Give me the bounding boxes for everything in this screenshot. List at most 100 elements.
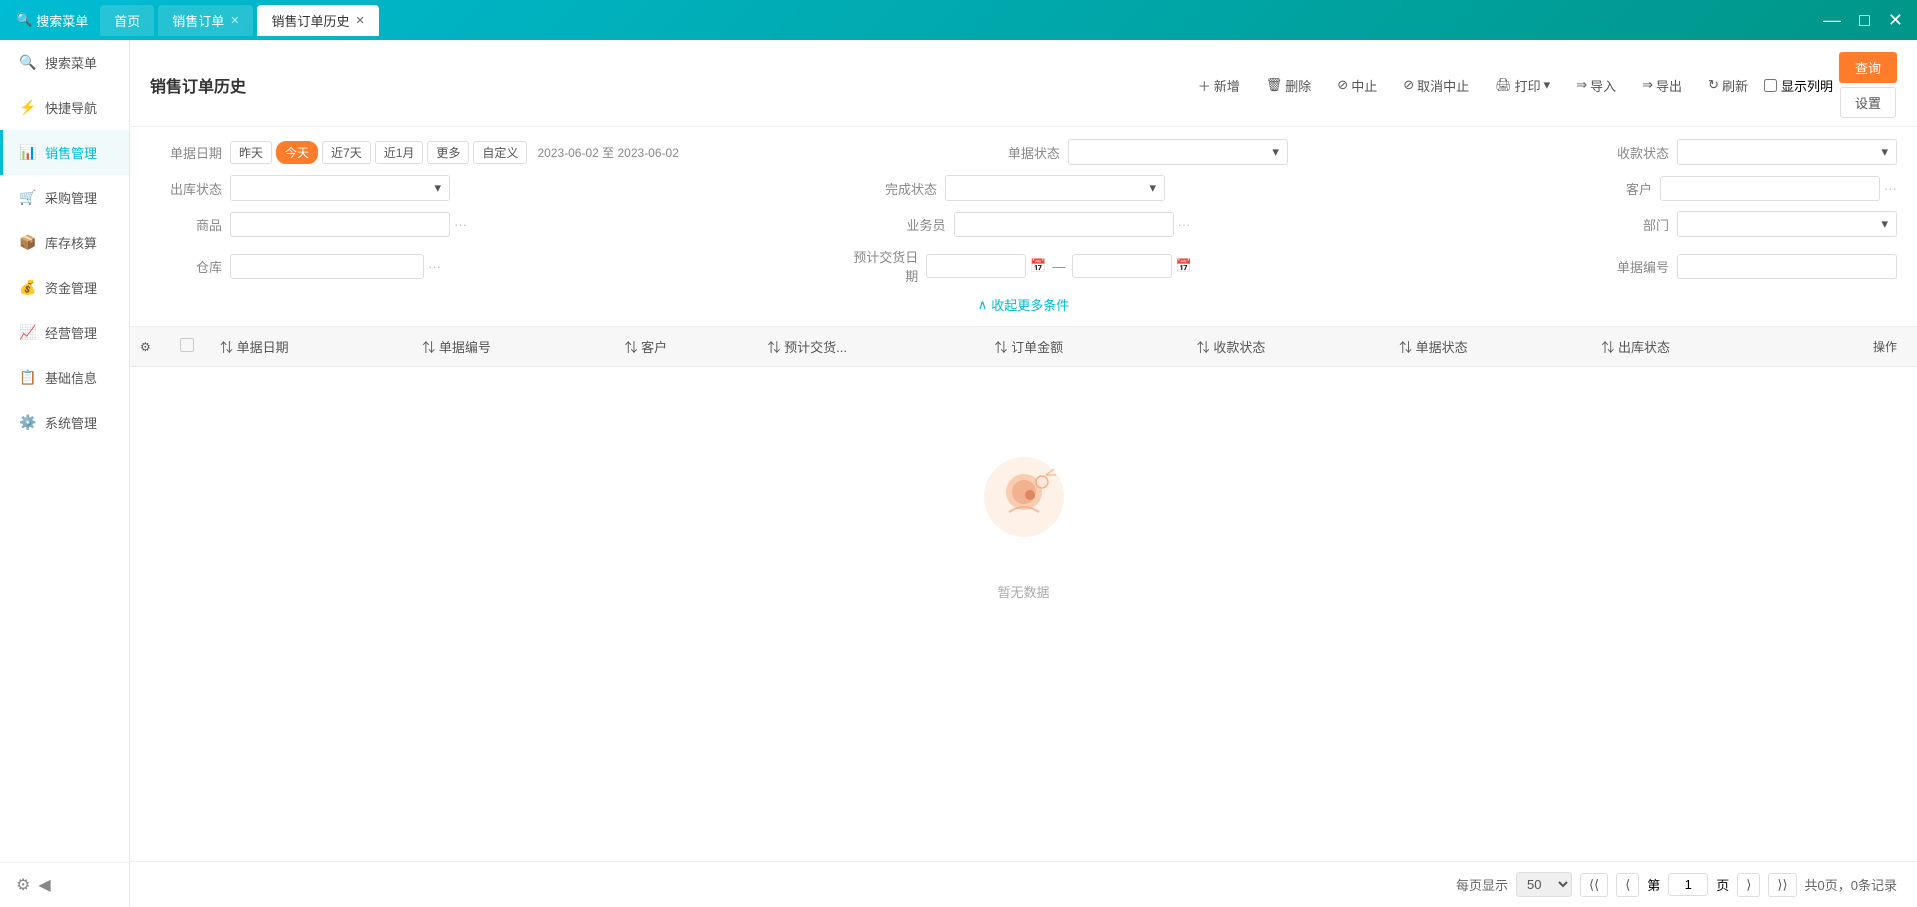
salesperson-dots[interactable]: ··· [1178,217,1191,232]
main-layout: 🔍 搜索菜单 ⚡ 快捷导航 📊 销售管理 🛒 采购管理 📦 库存核算 💰 资金管… [0,40,1917,907]
display-cols-checkbox-label[interactable]: 显示列明 [1764,76,1833,95]
customer-input[interactable] [1660,176,1880,201]
sidebar-item-finance[interactable]: 💰 资金管理 [0,265,129,310]
page-number-input[interactable] [1668,873,1708,896]
new-button[interactable]: ＋ 新增 [1188,71,1250,100]
last-page-button[interactable]: ⟩⟩ [1768,873,1796,897]
customer-label: 客户 [1580,179,1660,198]
sidebar-settings-button[interactable]: ⚙ [16,875,30,895]
sales-icon: 📊 [19,144,37,161]
th-operation: 操作 [1794,327,1917,367]
delivery-date-start-cal-icon[interactable]: 📅 [1030,258,1046,274]
import-label: 导入 [1590,76,1616,95]
th-amount[interactable]: ⇅ 订单金额 [985,327,1187,367]
delivery-date-end-cal-icon[interactable]: 📅 [1176,258,1192,274]
first-page-button[interactable]: ⟨⟨ [1580,873,1608,897]
sidebar-item-sales[interactable]: 📊 销售管理 [0,130,129,175]
salesperson-label: 业务员 [874,215,954,234]
th-date[interactable]: ⇅ 单据日期 [210,327,412,367]
import-icon: ⇒ [1576,77,1587,93]
delete-button[interactable]: 🗑 删除 [1256,71,1322,100]
tab-sales-history[interactable]: 销售订单历史 ✕ [257,5,378,36]
stop-label: 中止 [1351,76,1377,95]
warehouse-dots[interactable]: ··· [428,259,441,274]
payment-status-select[interactable]: ▾ [1677,139,1897,165]
warehouse-input[interactable] [230,254,424,279]
import-button[interactable]: ⇒ 导入 [1566,71,1626,100]
goods-dots[interactable]: ··· [454,217,467,232]
th-customer[interactable]: ⇅ 客户 [615,327,758,367]
sidebar-item-basic[interactable]: 📋 基础信息 [0,355,129,400]
sidebar-item-inventory[interactable]: 📦 库存核算 [0,220,129,265]
date-btn-more[interactable]: 更多 [427,141,469,164]
close-button[interactable]: ✕ [1882,8,1909,33]
th-order-status[interactable]: ⇅ 单据状态 [1389,327,1591,367]
th-payment-status-label: ⇅ 收款状态 [1197,340,1266,355]
th-delivery[interactable]: ⇅ 预计交货... [758,327,985,367]
delivery-date-label: 预计交货日期 [846,247,926,285]
tab-sales-order[interactable]: 销售订单 ✕ [158,5,253,36]
maximize-button[interactable]: □ [1853,8,1876,33]
salesperson-input[interactable] [954,212,1174,237]
sidebar-item-search[interactable]: 🔍 搜索菜单 [0,40,129,85]
order-status-select[interactable]: ▾ [1068,139,1288,165]
date-btn-yesterday[interactable]: 昨天 [230,141,272,164]
prev-page-button[interactable]: ⟨ [1616,873,1639,897]
sidebar-item-purchase[interactable]: 🛒 采购管理 [0,175,129,220]
date-btn-custom[interactable]: 自定义 [473,141,527,164]
cancel-stop-button[interactable]: ⊘ 取消中止 [1393,71,1479,100]
search-menu-label: 搜索菜单 [36,11,88,30]
sidebar-item-finance-label: 资金管理 [45,278,97,297]
delivery-date-end-input[interactable]: yyyy-mm-dd [1072,254,1172,278]
delivery-date-start-input[interactable]: yyyy-mm-dd [926,254,1026,278]
out-stock-select[interactable]: ▾ [230,175,450,201]
delete-label: 删除 [1285,76,1311,95]
next-page-button[interactable]: ⟩ [1737,873,1760,897]
order-no-input[interactable] [1677,254,1897,279]
date-label: 单据日期 [150,143,230,162]
department-select[interactable]: ▾ [1677,211,1897,237]
new-label: 新增 [1214,76,1240,95]
display-cols-checkbox[interactable] [1764,79,1777,92]
th-number[interactable]: ⇅ 单据编号 [412,327,614,367]
minimize-button[interactable]: — [1817,8,1847,33]
filter-row-1: 单据日期 昨天 今天 近7天 近1月 更多 自定义 2023-06-02 至 2… [150,139,1897,165]
payment-label: 收款状态 [1597,143,1677,162]
search-menu[interactable]: 🔍 搜索菜单 [8,7,96,34]
goods-input[interactable] [230,212,450,237]
sidebar-item-system[interactable]: ⚙️ 系统管理 [0,400,129,445]
date-btn-today[interactable]: 今天 [276,141,318,164]
th-checkbox[interactable] [170,327,210,367]
toolbar: ＋ 新增 🗑 删除 ⊘ 中止 ⊘ 取消中止 🖨 打印 [1188,52,1897,118]
export-button[interactable]: ⇒ 导出 [1632,71,1692,100]
collapse-label: 收起更多条件 [991,295,1069,314]
out-stock-arrow: ▾ [434,180,441,196]
header-checkbox[interactable] [180,338,194,352]
refresh-button[interactable]: ↻ 刷新 [1698,71,1758,100]
sidebar-collapse-button[interactable]: ◀ [38,875,50,895]
sidebar-item-operation[interactable]: 📈 经营管理 [0,310,129,355]
window-controls: — □ ✕ [1817,8,1909,33]
th-settings[interactable]: ⚙ [130,327,170,367]
customer-dots[interactable]: ··· [1884,181,1897,196]
date-btn-1month[interactable]: 近1月 [375,141,424,164]
collapse-filter-row[interactable]: ∧ 收起更多条件 [150,295,1897,314]
display-cols-label: 显示列明 [1781,76,1833,95]
search-icon: 🔍 [16,12,32,28]
system-icon: ⚙️ [19,414,37,431]
th-number-label: ⇅ 单据编号 [422,340,491,355]
query-button[interactable]: 查询 [1839,52,1897,83]
sidebar-item-quick-nav[interactable]: ⚡ 快捷导航 [0,85,129,130]
settings-button[interactable]: 设置 [1840,87,1896,118]
complete-status-select[interactable]: ▾ [945,175,1165,201]
quick-nav-icon: ⚡ [19,99,37,116]
print-button[interactable]: 🖨 打印 ▾ [1485,71,1560,100]
tab-sales-history-close[interactable]: ✕ [355,14,364,27]
per-page-select[interactable]: 50 10 20 100 [1516,872,1572,897]
th-out-status[interactable]: ⇅ 出库状态 [1591,327,1793,367]
stop-button[interactable]: ⊘ 中止 [1327,71,1387,100]
th-payment-status[interactable]: ⇅ 收款状态 [1187,327,1389,367]
date-btn-7days[interactable]: 近7天 [322,141,371,164]
tab-sales-order-close[interactable]: ✕ [230,14,239,27]
tab-home[interactable]: 首页 [100,5,154,36]
